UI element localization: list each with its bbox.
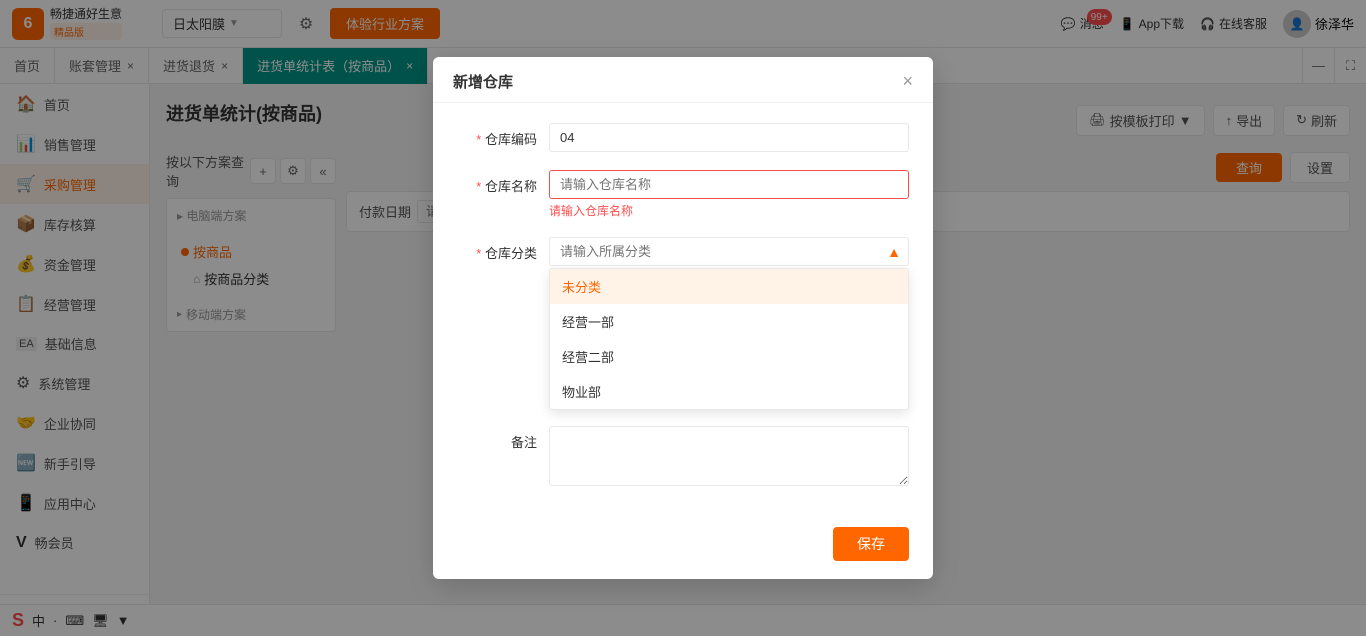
- warehouse-category-input[interactable]: [549, 237, 909, 266]
- dialog-header: 新增仓库 ×: [433, 57, 933, 103]
- warehouse-remark-input[interactable]: [549, 426, 909, 486]
- modal-overlay: 新增仓库 × * 仓库编码 * 仓库名称: [0, 0, 1366, 636]
- dropdown-item-dept2[interactable]: 经营二部: [550, 339, 908, 374]
- warehouse-name-input[interactable]: [549, 170, 909, 199]
- form-category-wrap: ▲ 未分类 经营一部 经营二部 物业部: [549, 237, 909, 266]
- name-error-msg: 请输入仓库名称: [549, 202, 909, 219]
- dropdown-item-dept1[interactable]: 经营一部: [550, 304, 908, 339]
- category-dropdown-list: 未分类 经营一部 经营二部 物业部: [549, 268, 909, 410]
- form-remark-wrap: [549, 426, 909, 489]
- dropdown-item-uncategorized[interactable]: 未分类: [550, 269, 908, 304]
- dialog-title: 新增仓库: [453, 71, 513, 92]
- dropdown-item-dept3[interactable]: 物业部: [550, 374, 908, 409]
- form-row-category: * 仓库分类 ▲ 未分类 经营一部 经营二部 物业部: [457, 237, 909, 266]
- warehouse-code-input[interactable]: [549, 123, 909, 152]
- new-warehouse-dialog: 新增仓库 × * 仓库编码 * 仓库名称: [433, 57, 933, 579]
- form-row-remark: 备注: [457, 426, 909, 489]
- category-dropdown-arrow[interactable]: ▲: [887, 244, 901, 260]
- form-category-label: * 仓库分类: [457, 237, 537, 262]
- form-code-wrap: [549, 123, 909, 152]
- dialog-close-button[interactable]: ×: [902, 71, 913, 92]
- form-remark-label: 备注: [457, 426, 537, 451]
- form-row-name: * 仓库名称 请输入仓库名称: [457, 170, 909, 219]
- save-button[interactable]: 保存: [833, 527, 909, 561]
- dialog-footer: 保存: [433, 517, 933, 579]
- dialog-body: * 仓库编码 * 仓库名称 请输入仓库名称: [433, 103, 933, 517]
- form-code-label: * 仓库编码: [457, 123, 537, 148]
- form-name-label: * 仓库名称: [457, 170, 537, 195]
- form-name-wrap: 请输入仓库名称: [549, 170, 909, 219]
- form-row-code: * 仓库编码: [457, 123, 909, 152]
